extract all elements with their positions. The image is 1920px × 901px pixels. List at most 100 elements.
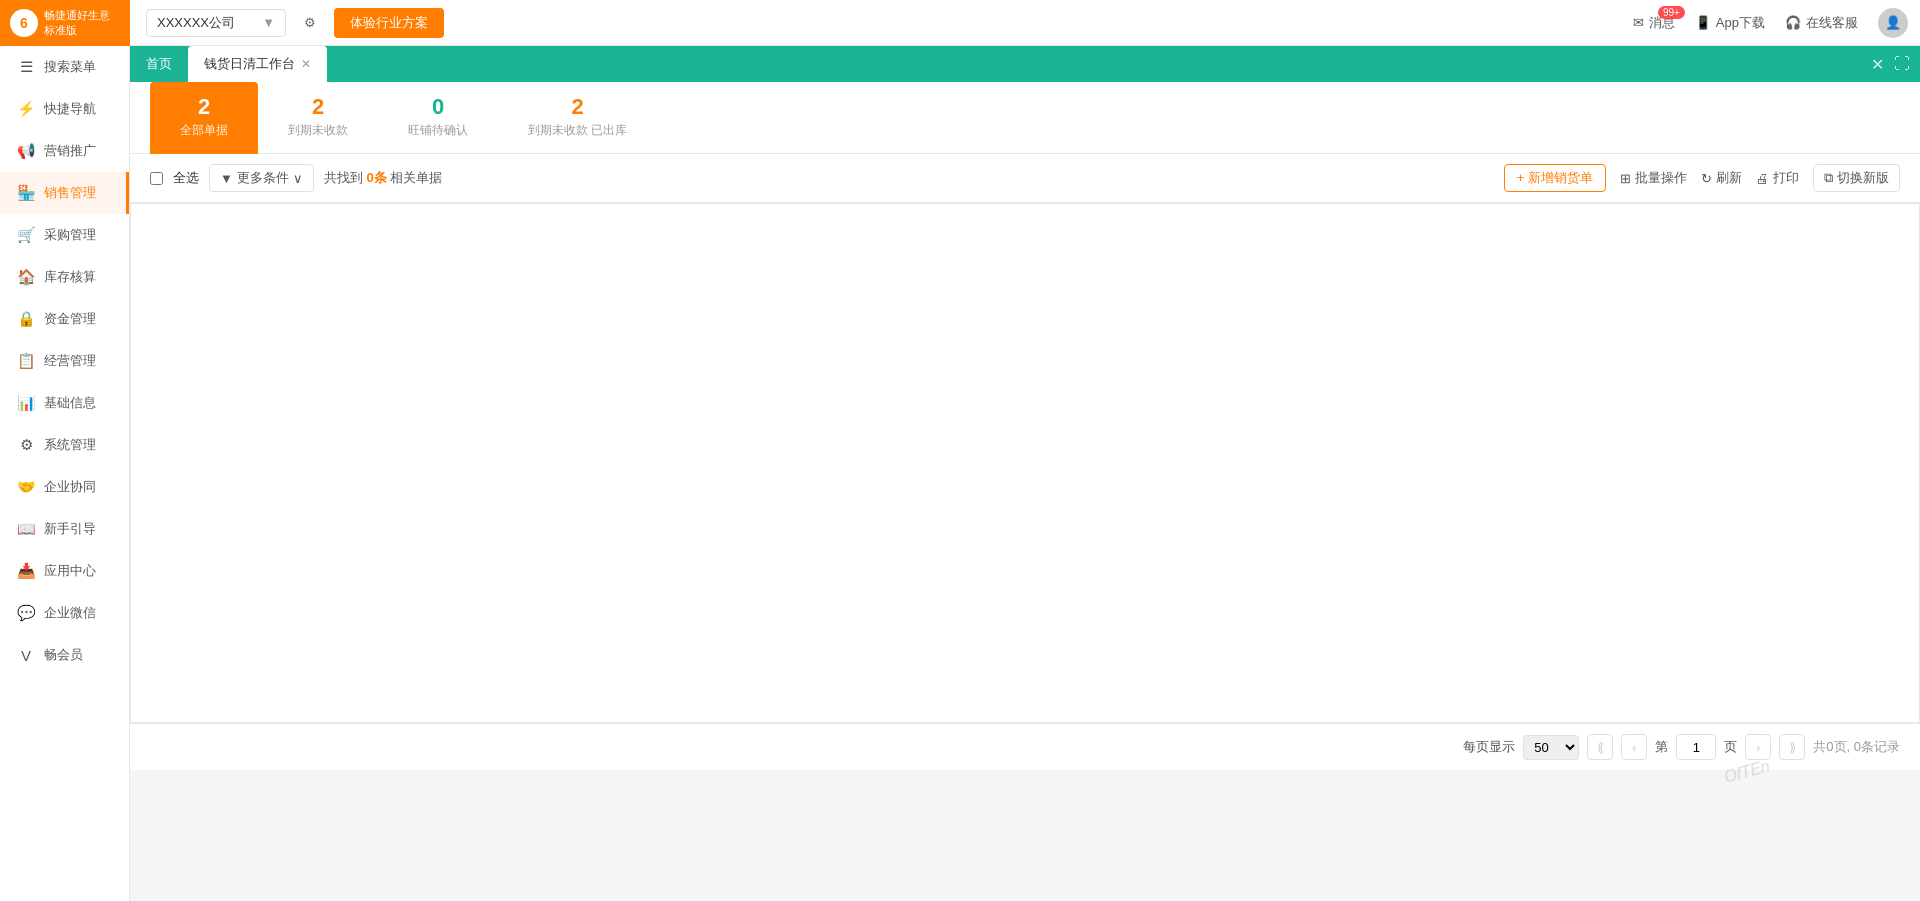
sidebar-item-purchase[interactable]: 🛒 采购管理 — [0, 214, 129, 256]
home-label: 首页 — [146, 55, 172, 73]
search-menu-icon: ☰ — [16, 58, 36, 76]
sidebar-item-label: 采购管理 — [44, 226, 96, 244]
user-avatar[interactable]: 👤 — [1878, 8, 1908, 38]
sidebar-item-label: 库存核算 — [44, 268, 96, 286]
stat-label-pending: 旺铺待确认 — [408, 122, 468, 139]
batch-operation-button[interactable]: ⊞ 批量操作 — [1620, 169, 1687, 187]
sidebar-item-system[interactable]: ⚙ 系统管理 — [0, 424, 129, 466]
service-label: 在线客服 — [1806, 14, 1858, 32]
app-icon: 📱 — [1695, 15, 1711, 30]
system-icon: ⚙ — [16, 436, 36, 454]
toolbar-right: + 新增销货单 ⊞ 批量操作 ↻ 刷新 🖨 打印 ⧉ 切换新版 — [1504, 164, 1900, 192]
sidebar-item-wechat[interactable]: 💬 企业微信 — [0, 592, 129, 634]
sidebar-item-label: 营销推广 — [44, 142, 96, 160]
work-label: 钱货日清工作台 — [204, 55, 295, 73]
switch-version-button[interactable]: ⧉ 切换新版 — [1813, 164, 1900, 192]
message-button[interactable]: ✉ 消息 99+ — [1633, 14, 1675, 32]
stat-label-overdue: 到期未收款 — [288, 122, 348, 139]
sidebar-item-label: 新手引导 — [44, 520, 96, 538]
sidebar-item-label: 销售管理 — [44, 184, 96, 202]
sidebar-item-quick-nav[interactable]: ⚡ 快捷导航 — [0, 88, 129, 130]
operations-icon: 📋 — [16, 352, 36, 370]
tab-work[interactable]: 钱货日清工作台 ✕ — [188, 46, 327, 82]
sidebar: ☰ 搜索菜单 ⚡ 快捷导航 📢 营销推广 🏪 销售管理 🛒 采购管理 🏠 库存核… — [0, 46, 130, 901]
header-right: ✉ 消息 99+ 📱 App下载 🎧 在线客服 👤 — [1633, 8, 1908, 38]
per-page-select[interactable]: 50 100 200 — [1523, 735, 1579, 760]
stat-tab-all[interactable]: 2 全部单据 — [150, 82, 258, 154]
result-text: 共找到 0条 相关单据 — [324, 169, 442, 187]
select-all-checkbox[interactable] — [150, 172, 163, 185]
member-icon: V — [16, 647, 36, 664]
sidebar-item-base-info[interactable]: 📊 基础信息 — [0, 382, 129, 424]
stat-label-all: 全部单据 — [180, 122, 228, 139]
refresh-icon: ↻ — [1701, 171, 1712, 186]
content-area — [130, 203, 1920, 723]
app-center-icon: 📥 — [16, 562, 36, 580]
first-page-button[interactable]: ⟪ — [1587, 734, 1613, 760]
pagination-bar: 每页显示 50 100 200 ⟪ ‹ 第 页 › ⟫ 共0页, 0条记录 — [130, 723, 1920, 770]
sidebar-item-label: 搜索菜单 — [44, 58, 96, 76]
message-icon: ✉ — [1633, 15, 1644, 30]
service-button[interactable]: 🎧 在线客服 — [1785, 14, 1858, 32]
app-download-button[interactable]: 📱 App下载 — [1695, 14, 1765, 32]
trial-button[interactable]: 体验行业方案 — [334, 8, 444, 38]
sidebar-item-label: 经营管理 — [44, 352, 96, 370]
next-page-button[interactable]: › — [1745, 734, 1771, 760]
enterprise-icon: 🤝 — [16, 478, 36, 496]
sidebar-item-finance[interactable]: 🔒 资金管理 — [0, 298, 129, 340]
toolbar-left: 全选 ▼ 更多条件 ∨ 共找到 0条 相关单据 — [150, 164, 1492, 192]
filter-label: 更多条件 — [237, 169, 289, 187]
sidebar-item-label: 畅会员 — [44, 646, 83, 664]
sidebar-item-search[interactable]: ☰ 搜索菜单 — [0, 46, 129, 88]
tab-home[interactable]: 首页 — [130, 46, 188, 82]
logo-icon: 6 — [10, 9, 38, 37]
toolbar: 全选 ▼ 更多条件 ∨ 共找到 0条 相关单据 + 新增销货单 ⊞ 批量操作 ↻… — [130, 154, 1920, 203]
stat-tab-out[interactable]: 2 到期未收款 已出库 — [498, 82, 657, 153]
guide-icon: 📖 — [16, 520, 36, 538]
sidebar-item-label: 应用中心 — [44, 562, 96, 580]
total-text: 共0页, 0条记录 — [1813, 738, 1900, 756]
filter-icon: ▼ — [220, 171, 233, 186]
wechat-icon: 💬 — [16, 604, 36, 622]
stat-count-pending: 0 — [408, 94, 468, 120]
stat-tab-pending[interactable]: 0 旺铺待确认 — [378, 82, 498, 153]
company-selector[interactable]: XXXXXX公司 ▼ — [146, 9, 286, 37]
sidebar-item-label: 企业协同 — [44, 478, 96, 496]
sidebar-item-sales[interactable]: 🏪 销售管理 — [0, 172, 129, 214]
sidebar-item-label: 基础信息 — [44, 394, 96, 412]
tab-close-icon[interactable]: ✕ — [301, 57, 311, 71]
nav-tabs-bar: 首页 钱货日清工作台 ✕ ✕ ⛶ — [130, 46, 1920, 82]
sidebar-item-inventory[interactable]: 🏠 库存核算 — [0, 256, 129, 298]
filter-button[interactable]: ▼ 更多条件 ∨ — [209, 164, 314, 192]
inventory-icon: 🏠 — [16, 268, 36, 286]
result-count: 0条 — [367, 170, 387, 185]
prev-page-button[interactable]: ‹ — [1621, 734, 1647, 760]
sidebar-item-marketing[interactable]: 📢 营销推广 — [0, 130, 129, 172]
sidebar-item-app-center[interactable]: 📥 应用中心 — [0, 550, 129, 592]
sidebar-item-operations[interactable]: 📋 经营管理 — [0, 340, 129, 382]
stat-count-overdue: 2 — [288, 94, 348, 120]
stat-tab-overdue[interactable]: 2 到期未收款 — [258, 82, 378, 153]
settings-icon[interactable]: ⚙ — [294, 7, 326, 39]
chevron-down-icon: ▼ — [262, 15, 275, 30]
switch-icon: ⧉ — [1824, 170, 1833, 186]
sidebar-item-enterprise[interactable]: 🤝 企业协同 — [0, 466, 129, 508]
last-page-button[interactable]: ⟫ — [1779, 734, 1805, 760]
finance-icon: 🔒 — [16, 310, 36, 328]
refresh-button[interactable]: ↻ 刷新 — [1701, 169, 1742, 187]
app-label: App下载 — [1716, 14, 1765, 32]
stat-label-out: 到期未收款 已出库 — [528, 122, 627, 139]
print-button[interactable]: 🖨 打印 — [1756, 169, 1799, 187]
sidebar-item-label: 系统管理 — [44, 436, 96, 454]
marketing-icon: 📢 — [16, 142, 36, 160]
add-sale-button[interactable]: + 新增销货单 — [1504, 164, 1606, 192]
sidebar-item-member[interactable]: V 畅会员 — [0, 634, 129, 676]
avatar-icon: 👤 — [1885, 15, 1901, 30]
page-number-input[interactable] — [1676, 734, 1716, 760]
batch-icon: ⊞ — [1620, 171, 1631, 186]
main-content: 2 全部单据 2 到期未收款 0 旺铺待确认 2 到期未收款 已出库 全选 ▼ … — [130, 82, 1920, 901]
tab-close-btn[interactable]: ✕ — [1871, 55, 1884, 74]
sidebar-item-guide[interactable]: 📖 新手引导 — [0, 508, 129, 550]
tab-expand-btn[interactable]: ⛶ — [1894, 55, 1910, 73]
logo-area: 6 畅捷通好生意 标准版 — [0, 0, 130, 46]
